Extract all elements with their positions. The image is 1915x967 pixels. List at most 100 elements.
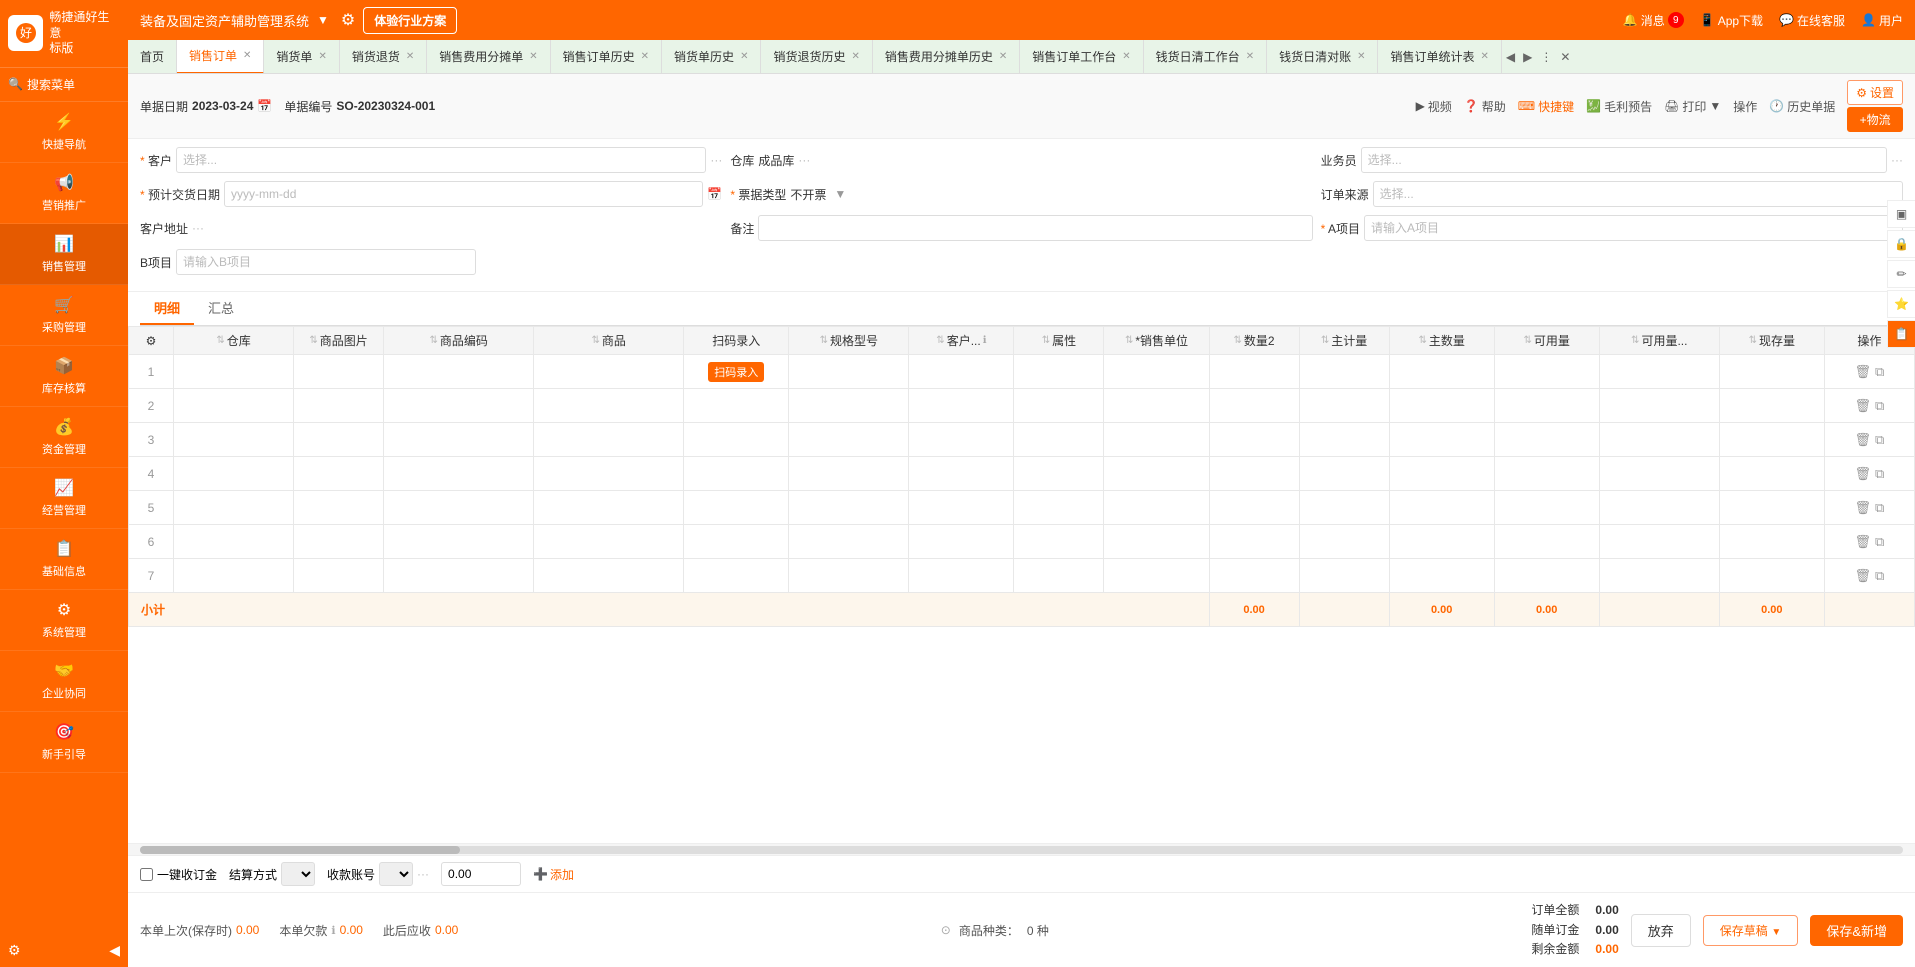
th-sort-icon-main-unit[interactable]: ⇅	[1321, 335, 1329, 346]
customer-more-icon[interactable]: ···	[710, 153, 722, 167]
delete-icon-3[interactable]: 🗑	[1855, 432, 1872, 448]
settings-btn[interactable]: ⚙ 设置	[1847, 80, 1903, 105]
row-main-qty-1[interactable]	[1389, 355, 1494, 389]
settings-bottom-icon[interactable]: ⚙	[8, 942, 21, 959]
salesman-more-icon[interactable]: ···	[1891, 153, 1903, 167]
row-spec-1[interactable]	[789, 355, 909, 389]
row-customer-2[interactable]	[909, 389, 1014, 423]
customer-input[interactable]	[176, 147, 706, 173]
sidebar-item-quick-nav[interactable]: ⚡ 快捷导航	[0, 102, 128, 163]
row-unit-1[interactable]	[1104, 355, 1209, 389]
tab-nav-left[interactable]: ◀	[1502, 50, 1519, 64]
project-b-input[interactable]	[176, 249, 476, 275]
app-download-item[interactable]: 📱 App下载	[1700, 12, 1763, 29]
float-btn-5[interactable]: 📋	[1887, 320, 1915, 348]
column-settings-icon[interactable]: ⚙	[146, 334, 157, 348]
tab-nav-close-all[interactable]: ✕	[1556, 50, 1574, 64]
horizontal-scroll[interactable]	[128, 843, 1915, 855]
row-qty2-2[interactable]	[1209, 389, 1299, 423]
row-attr-2[interactable]	[1014, 389, 1104, 423]
solution-btn[interactable]: 体验行业方案	[363, 7, 457, 34]
add-logistics-btn[interactable]: +物流	[1847, 107, 1903, 132]
print-btn[interactable]: 🖨 打印 ▼	[1664, 98, 1721, 115]
profit-btn[interactable]: 💹 毛利预告	[1586, 98, 1652, 115]
row-code-1[interactable]	[384, 355, 534, 389]
addr-more-icon[interactable]: ···	[192, 221, 204, 235]
tab-nav-menu[interactable]: ⋮	[1536, 50, 1556, 64]
scroll-thumb[interactable]	[140, 846, 460, 854]
th-sort-icon-stock[interactable]: ⇅	[1749, 335, 1757, 346]
tab-close-stats[interactable]: ✕	[1481, 51, 1489, 62]
add-payment-btn[interactable]: ➕ 添加	[533, 866, 574, 883]
row-unit-2[interactable]	[1104, 389, 1209, 423]
row-main-qty-2[interactable]	[1389, 389, 1494, 423]
row-qty2-1[interactable]	[1209, 355, 1299, 389]
info-icon-debt[interactable]: ℹ	[331, 924, 335, 937]
tab-close-sales-order[interactable]: ✕	[243, 50, 251, 61]
th-sort-icon-attr[interactable]: ⇅	[1042, 335, 1050, 346]
row-product-2[interactable]	[534, 389, 684, 423]
sidebar-item-system[interactable]: ⚙ 系统管理	[0, 590, 128, 651]
tab-detail[interactable]: 明细	[140, 292, 194, 325]
account-more-icon[interactable]: ···	[417, 867, 429, 881]
row-spec-2[interactable]	[789, 389, 909, 423]
sidebar-item-finance[interactable]: 💰 资金管理	[0, 407, 128, 468]
order-source-input[interactable]	[1373, 181, 1903, 207]
row-code-2[interactable]	[384, 389, 534, 423]
remarks-input[interactable]	[758, 215, 1312, 241]
tab-nav-right[interactable]: ▶	[1519, 50, 1536, 64]
save-new-btn[interactable]: 保存&新增	[1810, 915, 1903, 946]
sidebar-item-inventory[interactable]: 📦 库存核算	[0, 346, 128, 407]
copy-icon-6[interactable]: ⧉	[1875, 534, 1884, 550]
notice-item[interactable]: 🔔 消息 9	[1623, 12, 1684, 29]
tab-return-history[interactable]: 销货退货历史 ✕	[761, 40, 872, 74]
discard-btn[interactable]: 放弃	[1631, 914, 1691, 947]
th-info-icon[interactable]: ℹ	[983, 335, 987, 346]
tab-reconcile[interactable]: 钱货日清对账 ✕	[1267, 40, 1378, 74]
th-sort-icon-code[interactable]: ⇅	[429, 335, 437, 346]
tab-sales-expense[interactable]: 销售费用分摊单 ✕	[427, 40, 550, 74]
delete-icon-5[interactable]: 🗑	[1855, 500, 1872, 516]
operate-btn[interactable]: 操作	[1733, 98, 1757, 115]
online-service-item[interactable]: 💬 在线客服	[1779, 12, 1845, 29]
delete-icon-4[interactable]: 🗑	[1855, 466, 1872, 482]
draft-dropdown-icon[interactable]: ▼	[1771, 927, 1781, 938]
one-click-order-check[interactable]	[140, 868, 153, 881]
tab-sales-order[interactable]: 销售订单 ✕	[177, 40, 264, 74]
collapse-icon[interactable]: ◀	[109, 942, 120, 959]
delete-icon-1[interactable]: 🗑	[1855, 364, 1872, 380]
tab-close-sales-expense[interactable]: ✕	[529, 51, 537, 62]
copy-icon-2[interactable]: ⧉	[1875, 398, 1884, 414]
salesman-input[interactable]	[1361, 147, 1887, 173]
th-sort-icon-image[interactable]: ⇅	[309, 335, 317, 346]
copy-icon-3[interactable]: ⧉	[1875, 432, 1884, 448]
tab-sales-invoice[interactable]: 销货单 ✕	[264, 40, 339, 74]
warehouse-more-icon[interactable]: ···	[798, 153, 810, 167]
float-btn-3[interactable]: ✏	[1887, 260, 1915, 288]
th-sort-icon-warehouse[interactable]: ⇅	[216, 335, 224, 346]
shortcut-btn[interactable]: ⌨ 快捷键	[1518, 98, 1574, 115]
delivery-calendar-icon[interactable]: 📅	[707, 187, 722, 201]
delete-icon-2[interactable]: 🗑	[1855, 398, 1872, 414]
tab-close-workbench[interactable]: ✕	[1122, 51, 1130, 62]
copy-icon-1[interactable]: ⧉	[1875, 364, 1884, 380]
sidebar-item-management[interactable]: 📈 经营管理	[0, 468, 128, 529]
tab-close-sales-invoice[interactable]: ✕	[318, 51, 326, 62]
tab-daily-clear[interactable]: 钱货日清工作台 ✕	[1144, 40, 1267, 74]
row-product-1[interactable]	[534, 355, 684, 389]
copy-icon-5[interactable]: ⧉	[1875, 500, 1884, 516]
product-types-icon[interactable]: ⊙	[941, 923, 951, 937]
th-sort-icon-main-qty[interactable]: ⇅	[1418, 335, 1426, 346]
tab-sales-history[interactable]: 销售订单历史 ✕	[551, 40, 662, 74]
sidebar-item-base-info[interactable]: 📋 基础信息	[0, 529, 128, 590]
row-warehouse-2[interactable]	[174, 389, 294, 423]
th-sort-icon-customer[interactable]: ⇅	[936, 335, 944, 346]
th-sort-icon-qty2[interactable]: ⇅	[1234, 335, 1242, 346]
view-video-btn[interactable]: ▶ 视频	[1416, 98, 1452, 115]
tab-invoice-history[interactable]: 销货单历史 ✕	[662, 40, 761, 74]
tab-close-expense-history[interactable]: ✕	[999, 51, 1007, 62]
float-btn-2[interactable]: 🔒	[1887, 230, 1915, 258]
tab-summary[interactable]: 汇总	[194, 292, 248, 325]
account-select[interactable]	[379, 862, 413, 886]
tab-sales-return[interactable]: 销货退货 ✕	[340, 40, 427, 74]
